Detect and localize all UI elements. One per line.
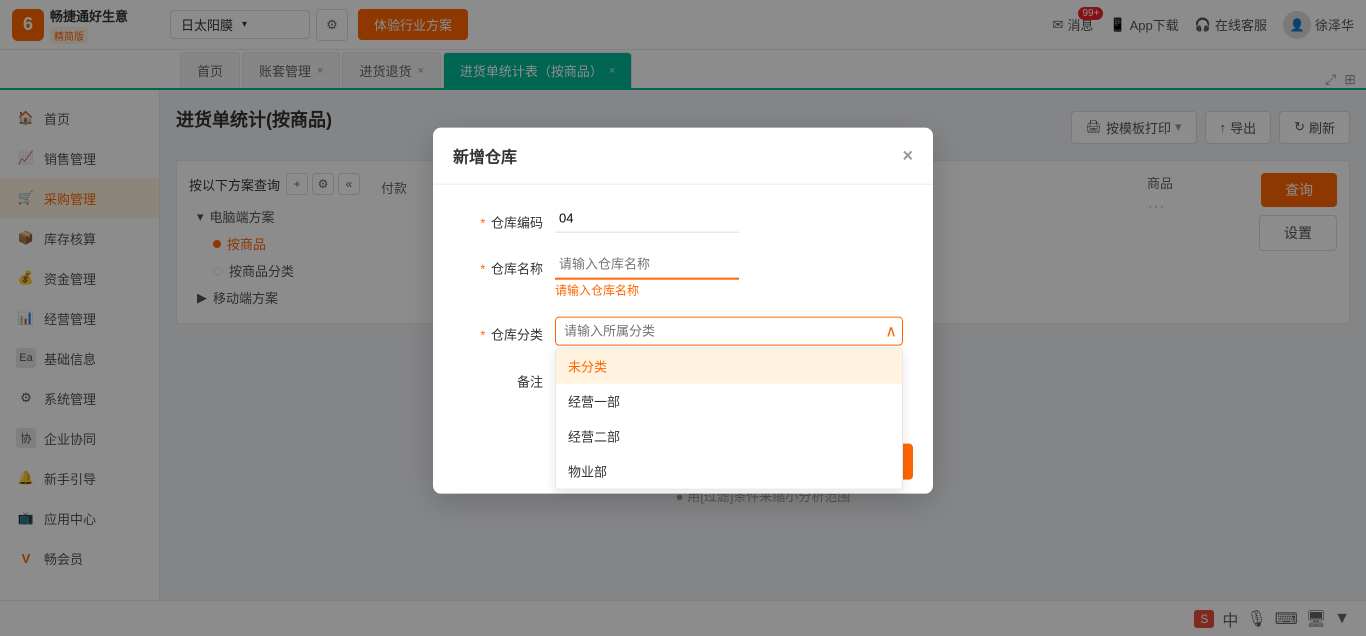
code-input[interactable] [555, 205, 739, 233]
note-label: 备注 [463, 364, 543, 391]
category-input-wrap: ∧ 未分类 经营一部 经营二部 物业部 [555, 317, 903, 346]
dropdown-item-dept1[interactable]: 经营一部 [556, 384, 902, 419]
dropdown-item-dept2[interactable]: 经营二部 [556, 419, 902, 454]
code-label: * 仓库编码 [463, 205, 543, 232]
name-label: * 仓库名称 [463, 251, 543, 278]
modal-body: * 仓库编码 * 仓库名称 请输入仓库名称 * 仓库分类 [433, 185, 933, 430]
form-row-name: * 仓库名称 请输入仓库名称 [463, 251, 903, 299]
name-error-msg: 请输入仓库名称 [555, 282, 903, 299]
category-input[interactable] [555, 317, 903, 346]
category-dropdown: 未分类 经营一部 经营二部 物业部 [555, 348, 903, 490]
dropdown-item-unclassified[interactable]: 未分类 [556, 349, 902, 384]
form-row-category: * 仓库分类 ∧ 未分类 经营一部 经营二部 物业部 [463, 317, 903, 346]
dropdown-item-dept3[interactable]: 物业部 [556, 454, 902, 489]
modal-title: 新增仓库 [453, 144, 517, 168]
modal-header: 新增仓库 × [433, 128, 933, 185]
add-warehouse-modal: 新增仓库 × * 仓库编码 * 仓库名称 请输入仓库名称 [433, 128, 933, 494]
form-row-code: * 仓库编码 [463, 205, 903, 233]
modal-close-icon[interactable]: × [902, 145, 913, 166]
category-label: * 仓库分类 [463, 317, 543, 344]
code-input-wrap [555, 205, 903, 233]
category-toggle-icon[interactable]: ∧ [885, 321, 897, 341]
name-input-wrap: 请输入仓库名称 [555, 251, 903, 299]
name-input[interactable] [555, 251, 739, 280]
